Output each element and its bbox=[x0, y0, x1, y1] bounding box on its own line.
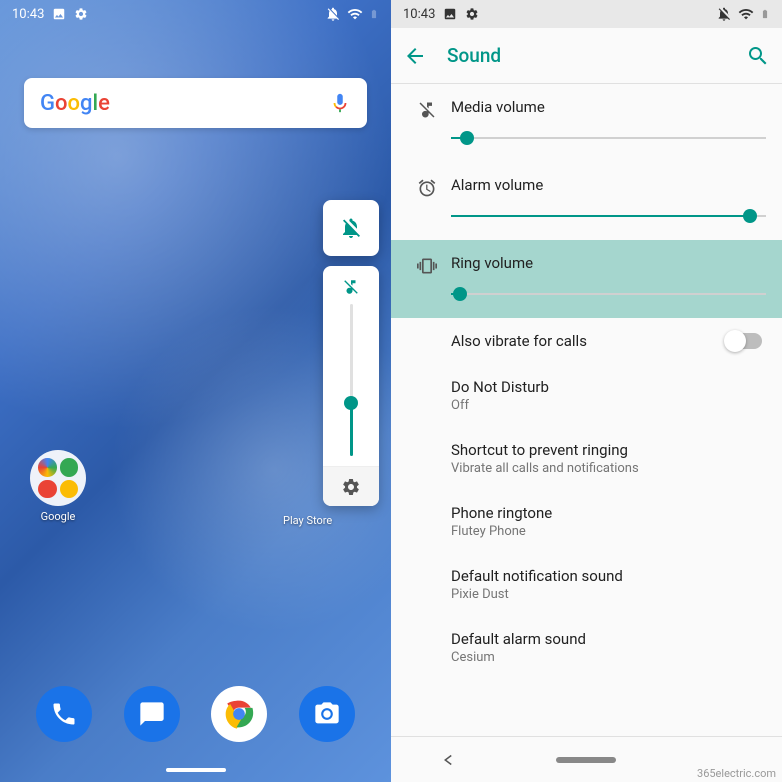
google-logo: Google bbox=[40, 91, 329, 116]
vibrate-toggle[interactable] bbox=[726, 333, 762, 349]
settings-screen: 10:43 Sound Media volume Alarm volume bbox=[391, 0, 782, 782]
alarm-icon bbox=[417, 178, 437, 198]
drive-mini-icon bbox=[60, 458, 79, 477]
back-icon[interactable] bbox=[403, 44, 427, 68]
wifi-icon bbox=[738, 6, 754, 22]
bell-off-icon bbox=[339, 216, 363, 240]
camera-app[interactable] bbox=[299, 686, 355, 742]
setting-vibrate-calls[interactable]: Also vibrate for calls bbox=[391, 318, 782, 364]
image-icon bbox=[443, 7, 457, 21]
battery-icon bbox=[760, 6, 770, 22]
nav-home-pill[interactable] bbox=[556, 757, 616, 763]
setting-title: Shortcut to prevent ringing bbox=[451, 441, 766, 459]
setting-ring-volume[interactable]: Ring volume bbox=[391, 240, 782, 318]
setting-notification-sound[interactable]: Default notification sound Pixie Dust bbox=[391, 553, 782, 616]
setting-title: Phone ringtone bbox=[451, 504, 766, 522]
setting-subtitle: Pixie Dust bbox=[451, 587, 766, 602]
app-bar: Sound bbox=[391, 28, 782, 84]
folder-label: Google bbox=[30, 510, 86, 523]
phone-app[interactable] bbox=[36, 686, 92, 742]
volume-slider-panel bbox=[323, 266, 379, 506]
music-off-icon bbox=[417, 100, 437, 120]
message-icon bbox=[138, 700, 166, 728]
page-title: Sound bbox=[447, 44, 746, 67]
setting-dnd[interactable]: Do Not Disturb Off bbox=[391, 364, 782, 427]
phone-icon bbox=[50, 700, 78, 728]
status-bar: 10:43 bbox=[391, 0, 782, 28]
nav-back-icon[interactable] bbox=[440, 751, 458, 769]
settings-list: Media volume Alarm volume Ring volume Al… bbox=[391, 84, 782, 736]
keep-mini-icon bbox=[60, 480, 79, 499]
setting-title: Do Not Disturb bbox=[451, 378, 766, 396]
mic-icon[interactable] bbox=[329, 92, 351, 114]
status-time: 10:43 bbox=[403, 7, 435, 22]
media-volume-slider[interactable] bbox=[451, 128, 766, 148]
setting-ringtone[interactable]: Phone ringtone Flutey Phone bbox=[391, 490, 782, 553]
status-bar: 10:43 bbox=[0, 0, 391, 28]
setting-title: Default notification sound bbox=[451, 567, 766, 585]
gear-icon bbox=[465, 7, 479, 21]
chrome-mini-icon bbox=[38, 458, 57, 477]
status-time: 10:43 bbox=[12, 7, 44, 22]
messages-app[interactable] bbox=[124, 686, 180, 742]
music-off-icon bbox=[342, 278, 360, 296]
gear-icon bbox=[74, 7, 88, 21]
volume-mute-button[interactable] bbox=[323, 200, 379, 256]
bell-off-icon bbox=[325, 6, 341, 22]
setting-subtitle: Flutey Phone bbox=[451, 524, 766, 539]
dock bbox=[0, 686, 391, 742]
camera-icon bbox=[313, 700, 341, 728]
setting-alarm-volume[interactable]: Alarm volume bbox=[391, 162, 782, 240]
volume-settings-button[interactable] bbox=[323, 466, 379, 506]
alarm-volume-slider[interactable] bbox=[451, 206, 766, 226]
wifi-icon bbox=[347, 6, 363, 22]
home-indicator[interactable] bbox=[166, 768, 226, 772]
gear-icon bbox=[341, 477, 361, 497]
setting-title: Default alarm sound bbox=[451, 630, 766, 648]
setting-title: Ring volume bbox=[451, 254, 766, 272]
home-screen: 10:43 Google bbox=[0, 0, 391, 782]
watermark: 365electric.com bbox=[697, 767, 776, 780]
image-icon bbox=[52, 7, 66, 21]
setting-media-volume[interactable]: Media volume bbox=[391, 84, 782, 162]
chrome-icon bbox=[219, 694, 259, 734]
google-folder[interactable]: Google bbox=[30, 450, 86, 523]
setting-prevent-ringing[interactable]: Shortcut to prevent ringing Vibrate all … bbox=[391, 427, 782, 490]
ring-volume-slider[interactable] bbox=[451, 284, 766, 304]
setting-subtitle: Cesium bbox=[451, 650, 766, 665]
battery-icon bbox=[369, 6, 379, 22]
playstore-label: Play Store bbox=[283, 514, 332, 527]
volume-slider[interactable] bbox=[350, 304, 353, 456]
setting-title: Also vibrate for calls bbox=[451, 332, 766, 350]
chrome-app[interactable] bbox=[211, 686, 267, 742]
setting-subtitle: Off bbox=[451, 398, 766, 413]
setting-title: Media volume bbox=[451, 98, 766, 116]
setting-subtitle: Vibrate all calls and notifications bbox=[451, 461, 766, 476]
vibrate-icon bbox=[417, 256, 437, 276]
setting-alarm-sound[interactable]: Default alarm sound Cesium bbox=[391, 616, 782, 679]
youtube-mini-icon bbox=[38, 480, 57, 499]
search-bar[interactable]: Google bbox=[24, 78, 367, 128]
setting-title: Alarm volume bbox=[451, 176, 766, 194]
bell-off-icon bbox=[716, 6, 732, 22]
search-icon[interactable] bbox=[746, 44, 770, 68]
volume-panel bbox=[323, 200, 379, 506]
